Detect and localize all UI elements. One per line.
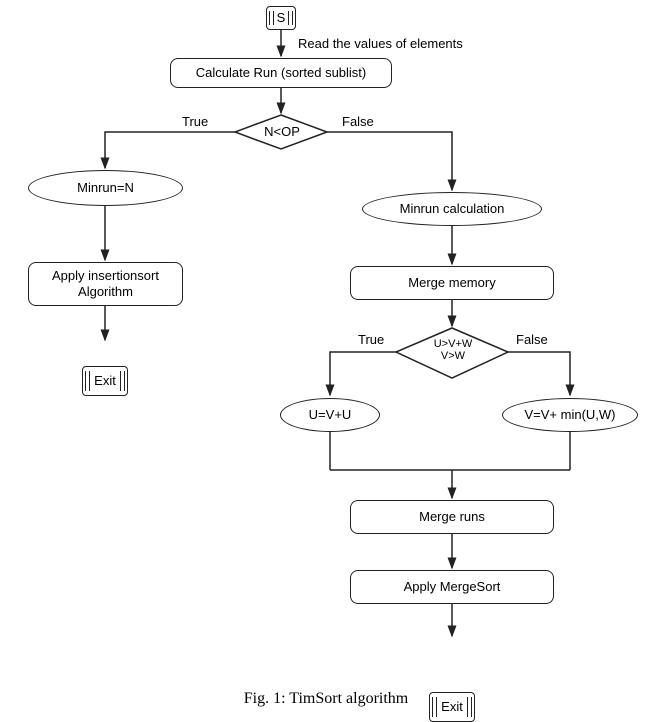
merge-memory-label: Merge memory [408, 275, 495, 291]
minrun-n-process: Minrun=N [28, 170, 183, 206]
d1-true-label: True [182, 114, 208, 129]
decision-nop-label: N<OP [262, 124, 302, 139]
d2-true-label: True [358, 332, 384, 347]
v-eq-process: V=V+ min(U,W) [502, 398, 638, 432]
insertion-sort-label: Apply insertionsort Algorithm [52, 268, 159, 299]
merge-memory-process: Merge memory [350, 266, 554, 300]
start-terminal: S [266, 6, 296, 30]
minrun-n-label: Minrun=N [77, 180, 134, 196]
minrun-calculation-label: Minrun calculation [400, 201, 505, 217]
d1-false-label: False [342, 114, 374, 129]
flowchart-arrows [0, 0, 652, 714]
merge-runs-process: Merge runs [350, 500, 554, 534]
read-values-annotation: Read the values of elements [298, 36, 463, 51]
flowchart-canvas: S Read the values of elements Calculate … [0, 0, 652, 714]
apply-mergesort-label: Apply MergeSort [404, 579, 501, 595]
exit-left-terminal: Exit [82, 366, 128, 396]
decision-uvw-label: U>V+W V>W [426, 338, 480, 362]
exit-left-label: Exit [94, 373, 116, 389]
calculate-run-process: Calculate Run (sorted sublist) [170, 58, 392, 88]
merge-runs-label: Merge runs [419, 509, 485, 525]
calculate-run-label: Calculate Run (sorted sublist) [196, 65, 367, 81]
figure-caption: Fig. 1: TimSort algorithm [0, 690, 652, 708]
d2-false-label: False [516, 332, 548, 347]
minrun-calculation-process: Minrun calculation [362, 192, 542, 226]
start-label: S [277, 10, 286, 26]
u-eq-process: U=V+U [280, 398, 380, 432]
apply-mergesort-process: Apply MergeSort [350, 570, 554, 604]
insertion-sort-process: Apply insertionsort Algorithm [28, 262, 183, 306]
v-eq-label: V=V+ min(U,W) [524, 407, 615, 423]
u-eq-label: U=V+U [309, 407, 352, 423]
